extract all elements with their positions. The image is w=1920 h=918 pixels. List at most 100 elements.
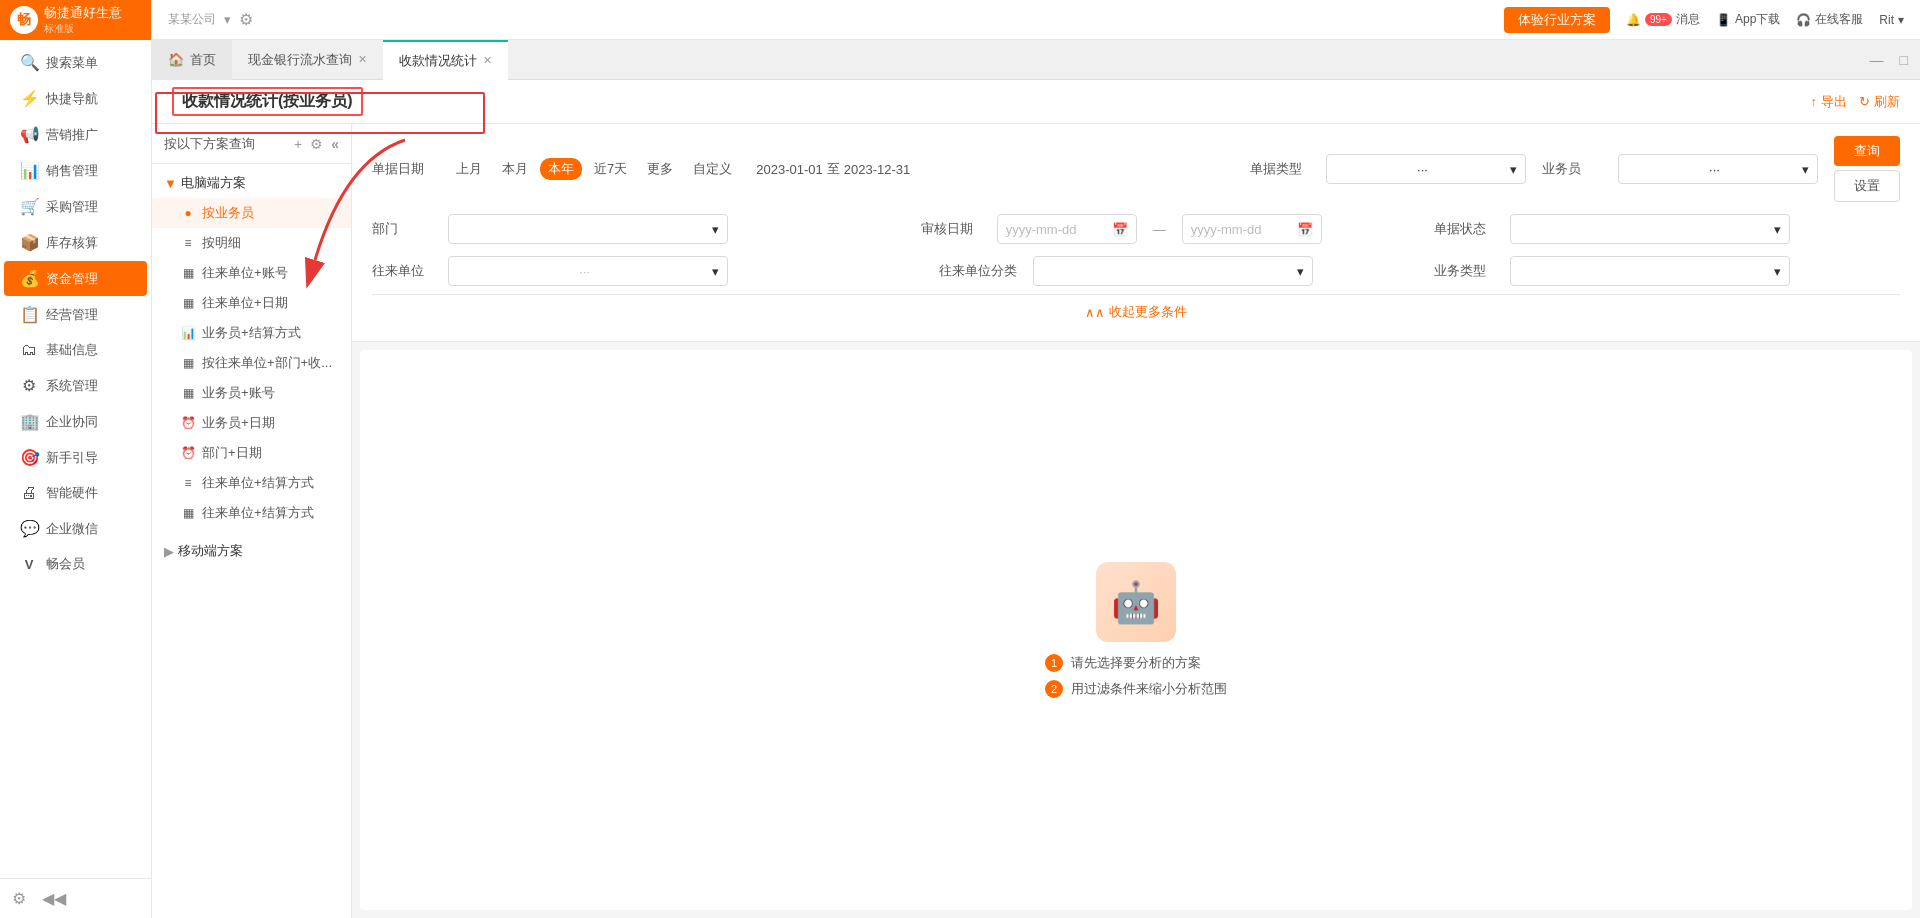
logo-icon: 畅 <box>10 6 38 34</box>
sidebar-item-operations[interactable]: 📋 经营管理 <box>4 297 147 332</box>
unit-date-icon: ▦ <box>180 296 196 310</box>
scheme-item-unit-account[interactable]: ▦ 往来单位+账号 <box>152 258 351 288</box>
salesman-account-icon: ▦ <box>180 386 196 400</box>
sidebar-item-basic[interactable]: 🗂 基础信息 <box>4 333 147 367</box>
doc-status-label: 单据状态 <box>1434 220 1494 238</box>
filter-row-2: 部门 ▾ 审核日期 yyyy-mm-dd 📅 — yyyy-mm-dd 📅 <box>372 214 1900 244</box>
left-panel-actions: + ⚙ « <box>294 136 339 152</box>
scheme-item-unit-settlement1[interactable]: ≡ 往来单位+结算方式 <box>152 468 351 498</box>
audit-date-from[interactable]: yyyy-mm-dd 📅 <box>997 214 1137 244</box>
date-tab-this-year[interactable]: 本年 <box>540 158 582 180</box>
tab-receipt[interactable]: 收款情况统计 ✕ <box>383 40 508 80</box>
settings-scheme-btn[interactable]: ⚙ <box>310 136 323 152</box>
date-tab-custom[interactable]: 自定义 <box>685 158 740 180</box>
doc-type-select[interactable]: ··· ▾ <box>1326 154 1526 184</box>
calendar-icon-from: 📅 <box>1112 222 1128 237</box>
empty-steps: 1 请先选择要分析的方案 2 用过滤条件来缩小分析范围 <box>1045 654 1227 698</box>
query-btn[interactable]: 查询 <box>1834 136 1900 166</box>
scheme-item-unit-settlement2[interactable]: ▦ 往来单位+结算方式 <box>152 498 351 528</box>
collapse-sidebar-icon[interactable]: ◀◀ <box>42 889 66 908</box>
date-tab-7days[interactable]: 近7天 <box>586 158 635 180</box>
collapse-bar[interactable]: ∧∧ 收起更多条件 <box>372 294 1900 329</box>
scheme-item-dept-date[interactable]: ⏰ 部门+日期 <box>152 438 351 468</box>
minimize-btn[interactable]: — <box>1866 48 1888 72</box>
app-bar: 某某公司 ▾ ⚙ 体验行业方案 🔔 99+ 消息 📱 App下载 🎧 在线客服 … <box>152 0 1920 40</box>
online-service-item[interactable]: 🎧 在线客服 <box>1796 11 1863 28</box>
sidebar-item-wechat[interactable]: 💬 企业微信 <box>4 511 147 546</box>
sidebar-item-system[interactable]: ⚙ 系统管理 <box>4 368 147 403</box>
tab-bank-close[interactable]: ✕ <box>358 53 367 66</box>
left-panel: 按以下方案查询 + ⚙ « ▼ 电脑端方案 ● 按业务员 ≡ <box>152 124 352 918</box>
user-name-item[interactable]: Rit ▾ <box>1879 13 1904 27</box>
demo-btn[interactable]: 体验行业方案 <box>1504 7 1610 33</box>
settings-btn[interactable]: 设置 <box>1834 170 1900 202</box>
scheme-item-salesman-settlement[interactable]: 📊 业务员+结算方式 <box>152 318 351 348</box>
sidebar-item-quick-nav[interactable]: ⚡ 快捷导航 <box>4 81 147 116</box>
salesman-select[interactable]: ··· ▾ <box>1618 154 1818 184</box>
settings-icon[interactable]: ⚙ <box>239 10 253 29</box>
scheme-item-salesman-account[interactable]: ▦ 业务员+账号 <box>152 378 351 408</box>
partner-category-label: 往来单位分类 <box>939 262 1017 280</box>
collapse-panel-btn[interactable]: « <box>331 136 339 152</box>
scheme-item-by-salesman[interactable]: ● 按业务员 <box>152 198 351 228</box>
tab-receipt-close[interactable]: ✕ <box>483 54 492 67</box>
scheme-item-unit-account-label: 往来单位+账号 <box>202 264 288 282</box>
dropdown-arrow-icon[interactable]: ▾ <box>224 12 231 27</box>
gear-icon[interactable]: ⚙ <box>12 889 26 908</box>
inventory-icon: 📦 <box>20 233 38 252</box>
scheme-item-unit-dept[interactable]: ▦ 按往来单位+部门+收... <box>152 348 351 378</box>
date-group: 上月 本月 本年 近7天 更多 自定义 <box>448 158 740 180</box>
sidebar-item-guide[interactable]: 🎯 新手引导 <box>4 440 147 475</box>
scheme-group-mobile-header[interactable]: ▶ 移动端方案 <box>152 536 351 566</box>
unit-account-icon: ▦ <box>180 266 196 280</box>
sales-icon: 📊 <box>20 161 38 180</box>
sidebar-item-inventory[interactable]: 📦 库存核算 <box>4 225 147 260</box>
expand-mobile-icon: ▶ <box>164 544 174 559</box>
sidebar-item-finance-label: 资金管理 <box>46 270 98 288</box>
date-tab-this-month[interactable]: 本月 <box>494 158 536 180</box>
sidebar-item-quick-nav-label: 快捷导航 <box>46 90 98 108</box>
date-tab-last-month[interactable]: 上月 <box>448 158 490 180</box>
notification-item[interactable]: 🔔 99+ 消息 <box>1626 11 1700 28</box>
dept-select[interactable]: ▾ <box>448 214 728 244</box>
sidebar-item-marketing[interactable]: 📢 营销推广 <box>4 117 147 152</box>
sidebar-item-purchase-label: 采购管理 <box>46 198 98 216</box>
add-scheme-btn[interactable]: + <box>294 136 302 152</box>
sidebar-item-purchase[interactable]: 🛒 采购管理 <box>4 189 147 224</box>
app-download-item[interactable]: 📱 App下载 <box>1716 11 1780 28</box>
scheme-group-desktop-header[interactable]: ▼ 电脑端方案 <box>152 168 351 198</box>
purchase-icon: 🛒 <box>20 197 38 216</box>
export-icon: ↑ <box>1811 94 1818 109</box>
sidebar-item-sales[interactable]: 📊 销售管理 <box>4 153 147 188</box>
refresh-btn[interactable]: ↻ 刷新 <box>1859 93 1900 111</box>
partner-category-select[interactable]: ▾ <box>1033 256 1313 286</box>
partner-select[interactable]: ··· ▾ <box>448 256 728 286</box>
maximize-btn[interactable]: □ <box>1896 48 1912 72</box>
tab-home[interactable]: 🏠 首页 <box>152 40 232 80</box>
scheme-item-dept-date-label: 部门+日期 <box>202 444 262 462</box>
scheme-item-by-detail[interactable]: ≡ 按明细 <box>152 228 351 258</box>
sidebar-item-member[interactable]: V 畅会员 <box>4 547 147 581</box>
sidebar-item-search[interactable]: 🔍 搜索菜单 <box>4 45 147 80</box>
export-btn[interactable]: ↑ 导出 <box>1811 93 1848 111</box>
doc-status-select[interactable]: ▾ <box>1510 214 1790 244</box>
sidebar-item-finance[interactable]: 💰 资金管理 <box>4 261 147 296</box>
tab-bank[interactable]: 现金银行流水查询 ✕ <box>232 40 383 80</box>
date-tab-more[interactable]: 更多 <box>639 158 681 180</box>
content-wrapper: 按以下方案查询 + ⚙ « ▼ 电脑端方案 ● 按业务员 ≡ <box>152 124 1920 918</box>
business-type-select[interactable]: ▾ <box>1510 256 1790 286</box>
marketing-icon: 📢 <box>20 125 38 144</box>
audit-date-to[interactable]: yyyy-mm-dd 📅 <box>1182 214 1322 244</box>
sidebar-item-operations-label: 经营管理 <box>46 306 98 324</box>
quick-nav-icon: ⚡ <box>20 89 38 108</box>
scheme-item-salesman-date[interactable]: ⏰ 业务员+日期 <box>152 408 351 438</box>
scheme-item-salesman-date-label: 业务员+日期 <box>202 414 275 432</box>
page-header: 收款情况统计(按业务员) ↑ 导出 ↻ 刷新 <box>152 80 1920 124</box>
sidebar-item-enterprise[interactable]: 🏢 企业协同 <box>4 404 147 439</box>
sidebar-item-hardware[interactable]: 🖨 智能硬件 <box>4 476 147 510</box>
sidebar-item-basic-label: 基础信息 <box>46 341 98 359</box>
collapse-icon: ∧∧ <box>1085 305 1105 320</box>
home-icon: 🏠 <box>168 52 184 67</box>
unit-settlement1-icon: ≡ <box>180 476 196 490</box>
scheme-item-unit-date[interactable]: ▦ 往来单位+日期 <box>152 288 351 318</box>
